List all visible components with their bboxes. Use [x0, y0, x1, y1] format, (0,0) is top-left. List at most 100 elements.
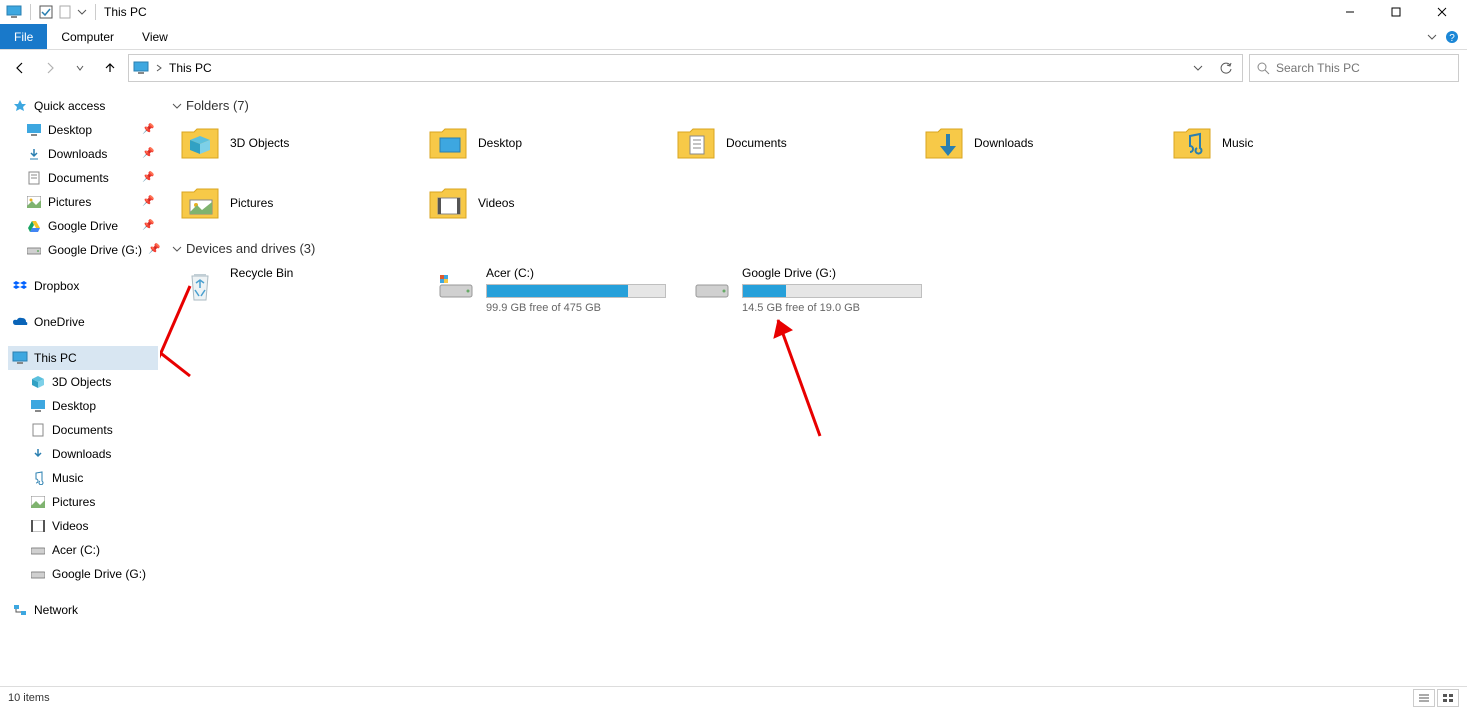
forward-button[interactable]	[38, 56, 62, 80]
sidebar-item-label: 3D Objects	[52, 375, 111, 389]
navbar: This PC	[0, 50, 1467, 86]
drives-grid: Recycle Bin Acer (C:) 99.9 GB free of 47…	[172, 262, 1455, 318]
drive-label: Google Drive (G:)	[742, 266, 922, 280]
folder-desktop[interactable]: Desktop	[420, 119, 660, 167]
search-box[interactable]	[1249, 54, 1459, 82]
googledrive-icon	[26, 218, 42, 234]
sidebar-item-downloads[interactable]: Downloads 📌	[8, 142, 158, 166]
sidebar-item-pictures[interactable]: Pictures 📌	[8, 190, 158, 214]
sidebar-item-label: OneDrive	[34, 315, 85, 329]
ribbon: File Computer View ?	[0, 24, 1467, 50]
3dobjects-icon	[30, 374, 46, 390]
folder-label: Desktop	[478, 136, 522, 150]
folder-3dobjects[interactable]: 3D Objects	[172, 119, 412, 167]
sidebar-item-onedrive[interactable]: OneDrive	[8, 310, 158, 334]
drive-icon	[30, 566, 46, 582]
folder-label: 3D Objects	[230, 136, 289, 150]
pictures-icon	[30, 494, 46, 510]
folder-pictures[interactable]: Pictures	[172, 179, 412, 227]
folder-label: Videos	[478, 196, 514, 210]
qat-doc-icon[interactable]	[59, 5, 71, 19]
help-icon[interactable]: ?	[1445, 30, 1459, 44]
sidebar-item-acer-c[interactable]: Acer (C:)	[8, 538, 158, 562]
folder-videos[interactable]: Videos	[420, 179, 660, 227]
close-button[interactable]	[1419, 0, 1465, 24]
sidebar-item-downloads2[interactable]: Downloads	[8, 442, 158, 466]
star-icon	[12, 98, 28, 114]
sidebar-item-dropbox[interactable]: Dropbox	[8, 274, 158, 298]
sidebar-item-label: Google Drive (G:)	[48, 243, 142, 257]
sidebar-item-thispc[interactable]: This PC	[8, 346, 158, 370]
back-button[interactable]	[8, 56, 32, 80]
tab-file[interactable]: File	[0, 24, 47, 49]
sidebar-item-label: Quick access	[34, 99, 105, 113]
sidebar-item-label: Videos	[52, 519, 88, 533]
sidebar-item-videos[interactable]: Videos	[8, 514, 158, 538]
this-pc-icon	[133, 61, 149, 75]
pin-icon: 📌	[148, 244, 160, 256]
up-button[interactable]	[98, 56, 122, 80]
sidebar-item-googledrive-g[interactable]: Google Drive (G:) 📌	[8, 238, 158, 262]
sidebar-item-documents[interactable]: Documents 📌	[8, 166, 158, 190]
drive-acer-c[interactable]: Acer (C:) 99.9 GB free of 475 GB	[428, 262, 674, 318]
pin-icon: 📌	[142, 196, 154, 208]
folder-documents[interactable]: Documents	[668, 119, 908, 167]
drive-label: Acer (C:)	[486, 266, 666, 280]
sidebar-item-label: Desktop	[48, 123, 92, 137]
sidebar-item-pictures2[interactable]: Pictures	[8, 490, 158, 514]
sidebar-item-desktop[interactable]: Desktop 📌	[8, 118, 158, 142]
status-text: 10 items	[8, 692, 50, 704]
address-bar[interactable]: This PC	[128, 54, 1243, 82]
sidebar-item-label: Pictures	[52, 495, 95, 509]
refresh-button[interactable]	[1214, 56, 1238, 80]
drive-label: Recycle Bin	[230, 266, 410, 280]
view-large-icons-button[interactable]	[1437, 689, 1459, 707]
sidebar-item-googledrive[interactable]: Google Drive 📌	[8, 214, 158, 238]
nav-pane: Quick access Desktop 📌 Downloads 📌 Docum…	[0, 86, 160, 686]
pin-icon: 📌	[142, 148, 154, 160]
address-chevron-icon[interactable]	[155, 63, 163, 73]
folder-icon	[180, 123, 220, 163]
drive-free-text: 14.5 GB free of 19.0 GB	[742, 302, 922, 314]
maximize-button[interactable]	[1373, 0, 1419, 24]
sidebar-item-documents2[interactable]: Documents	[8, 418, 158, 442]
qat-checkbox-icon[interactable]	[39, 5, 53, 19]
ribbon-collapse-icon[interactable]	[1427, 32, 1437, 42]
minimize-button[interactable]	[1327, 0, 1373, 24]
sidebar-quick-access[interactable]: Quick access	[8, 94, 158, 118]
tab-view[interactable]: View	[128, 24, 182, 49]
sidebar-item-3dobjects[interactable]: 3D Objects	[8, 370, 158, 394]
this-pc-icon	[12, 350, 28, 366]
group-header-folders[interactable]: Folders (7)	[172, 98, 1455, 113]
sidebar-item-label: Acer (C:)	[52, 543, 100, 557]
drive-capacity-bar	[742, 284, 922, 298]
sidebar-item-label: Google Drive (G:)	[52, 567, 146, 581]
folder-icon	[428, 183, 468, 223]
this-pc-icon	[6, 5, 22, 19]
tab-computer[interactable]: Computer	[47, 24, 128, 49]
folder-music[interactable]: Music	[1164, 119, 1404, 167]
drive-free-text: 99.9 GB free of 475 GB	[486, 302, 666, 314]
svg-text:?: ?	[1449, 33, 1455, 44]
drive-googledrive-g[interactable]: Google Drive (G:) 14.5 GB free of 19.0 G…	[684, 262, 930, 318]
qat-dropdown-icon[interactable]	[77, 7, 87, 17]
folder-downloads[interactable]: Downloads	[916, 119, 1156, 167]
sidebar-item-googledrive-g2[interactable]: Google Drive (G:)	[8, 562, 158, 586]
drive-recyclebin[interactable]: Recycle Bin	[172, 262, 418, 318]
sidebar-item-music[interactable]: Music	[8, 466, 158, 490]
music-icon	[30, 470, 46, 486]
drive-icon	[26, 242, 42, 258]
sidebar-item-desktop2[interactable]: Desktop	[8, 394, 158, 418]
view-details-button[interactable]	[1413, 689, 1435, 707]
folder-icon	[676, 123, 716, 163]
folder-icon	[180, 183, 220, 223]
status-bar: 10 items	[0, 686, 1467, 708]
recent-dropdown-icon[interactable]	[68, 56, 92, 80]
window-title: This PC	[104, 5, 147, 19]
drive-capacity-bar	[486, 284, 666, 298]
download-icon	[26, 146, 42, 162]
address-dropdown-icon[interactable]	[1186, 56, 1210, 80]
group-header-drives[interactable]: Devices and drives (3)	[172, 241, 1455, 256]
sidebar-item-network[interactable]: Network	[8, 598, 158, 622]
search-input[interactable]	[1276, 61, 1452, 75]
